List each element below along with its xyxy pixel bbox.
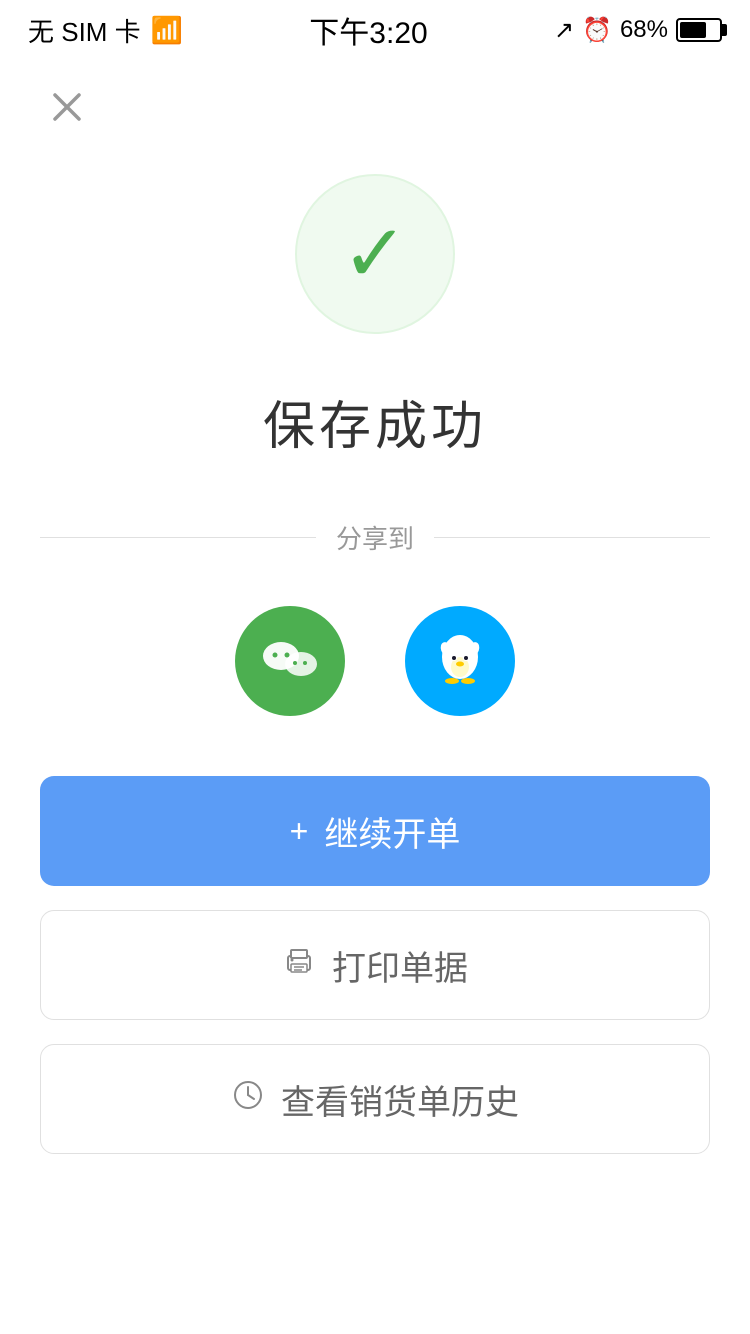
wifi-icon: 📶 xyxy=(151,15,183,46)
success-title: 保存成功 xyxy=(263,384,487,459)
share-divider: 分享到 xyxy=(40,519,710,556)
alarm-icon: ⏰ xyxy=(582,16,612,45)
plus-icon: + xyxy=(290,813,309,850)
status-right: ↗ ⏰ 68% xyxy=(554,16,722,45)
qq-icon xyxy=(426,627,494,695)
print-label: 打印单据 xyxy=(332,941,468,990)
divider-right xyxy=(434,537,710,538)
location-icon: ↗ xyxy=(554,16,574,45)
history-label: 查看销货单历史 xyxy=(281,1075,519,1124)
printer-icon xyxy=(282,944,316,986)
history-button[interactable]: 查看销货单历史 xyxy=(40,1044,710,1154)
battery-icon xyxy=(676,18,722,42)
close-icon xyxy=(51,91,83,123)
continue-order-button[interactable]: + 继续开单 xyxy=(40,776,710,886)
wechat-icon xyxy=(255,626,325,696)
print-button[interactable]: 打印单据 xyxy=(40,910,710,1020)
status-time: 下午3:20 xyxy=(309,8,427,52)
status-bar: 无 SIM 卡 📶 下午3:20 ↗ ⏰ 68% xyxy=(0,0,750,60)
wechat-share-button[interactable] xyxy=(235,606,345,716)
divider-left xyxy=(40,537,316,538)
share-section: 分享到 xyxy=(40,519,710,716)
share-label: 分享到 xyxy=(336,519,414,556)
carrier-label: 无 SIM 卡 xyxy=(28,12,141,49)
success-circle: ✓ xyxy=(295,174,455,334)
status-left: 无 SIM 卡 📶 xyxy=(28,12,183,49)
checkmark-icon: ✓ xyxy=(341,214,408,294)
action-buttons: + 继续开单 打印单据 xyxy=(40,776,710,1154)
close-button[interactable] xyxy=(40,80,94,134)
battery-percent: 68% xyxy=(620,16,668,44)
clock-icon xyxy=(231,1078,265,1120)
qq-share-button[interactable] xyxy=(405,606,515,716)
share-icons-container xyxy=(40,606,710,716)
continue-order-label: 继续开单 xyxy=(324,807,460,856)
main-content: ✓ 保存成功 分享到 xyxy=(0,60,750,1194)
